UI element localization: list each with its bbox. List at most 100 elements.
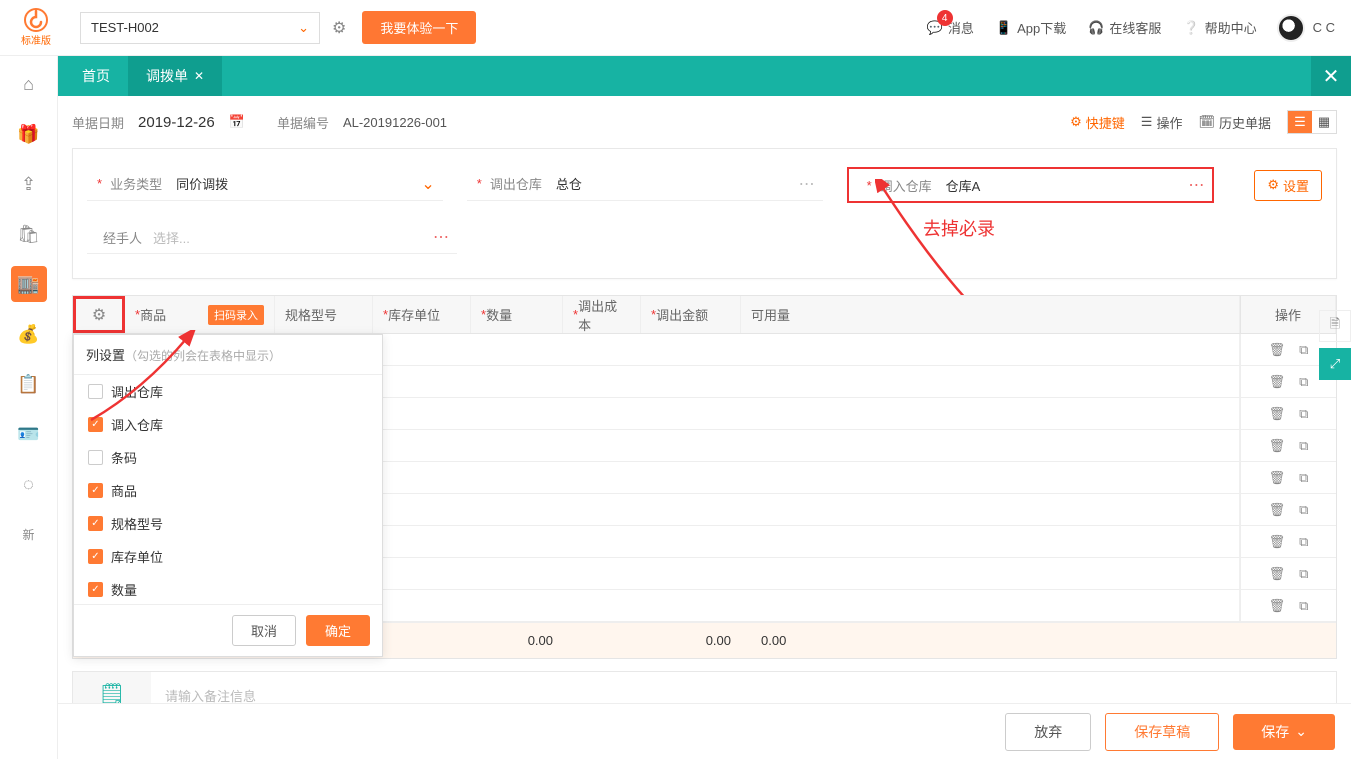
float-note-icon[interactable]: 🗎: [1319, 310, 1351, 342]
field-handler[interactable]: 经手人 选择... ⋯: [87, 223, 457, 254]
view-grid-icon[interactable]: ▦: [1312, 111, 1336, 133]
delete-icon[interactable]: 🗑: [1269, 598, 1286, 614]
username[interactable]: C C: [1313, 20, 1335, 35]
link-history[interactable]: 🗓历史单据: [1198, 113, 1271, 132]
delete-icon[interactable]: 🗑: [1269, 342, 1286, 358]
colset-item-label: 条码: [111, 448, 137, 467]
nav-app-label: App下载: [1017, 18, 1066, 37]
colset-ok-button[interactable]: 确定: [306, 615, 370, 646]
doc-date-label: 单据日期: [72, 113, 124, 132]
nav-app-download[interactable]: 📱 App下载: [996, 18, 1066, 37]
copy-icon[interactable]: ⧉: [1299, 534, 1308, 550]
save-draft-button[interactable]: 保存草稿: [1105, 713, 1219, 751]
messages-badge: 4: [937, 10, 953, 26]
th-qty: *数量: [471, 296, 563, 333]
settings-button[interactable]: ⚙ 设置: [1254, 170, 1322, 201]
table-header: ⚙ *商品扫码录入 规格型号 *库存单位 *数量 *调出成本 *调出金额 可用量…: [73, 296, 1336, 334]
sidebar-new-icon[interactable]: 新: [11, 516, 47, 552]
gear-icon[interactable]: ⚙: [332, 18, 346, 38]
copy-icon[interactable]: ⧉: [1299, 470, 1308, 486]
sidebar-warehouse-icon[interactable]: 🏬: [11, 266, 47, 302]
delete-icon[interactable]: 🗑: [1269, 470, 1286, 486]
main-area: 首页 调拨单 ✕ ✕ 单据日期 2019-12-26 📅 单据编号 AL-201…: [58, 56, 1351, 759]
gear-icon: ⚙: [1267, 177, 1279, 193]
sidebar-loading-icon[interactable]: ◌: [11, 466, 47, 502]
sidebar-home-icon[interactable]: ⌂: [11, 66, 47, 102]
checkbox-icon: ✓: [88, 549, 103, 564]
logo-sublabel: 标准版: [21, 32, 51, 47]
colset-item-label: 规格型号: [111, 514, 163, 533]
annotation-arrow-2: [83, 330, 203, 430]
colset-item[interactable]: ✓规格型号: [74, 507, 382, 540]
th-cost: *调出成本: [563, 296, 641, 333]
copy-icon[interactable]: ⧉: [1299, 598, 1308, 614]
discard-button[interactable]: 放弃: [1005, 713, 1091, 751]
sidebar-house-up-icon[interactable]: ⇪: [11, 166, 47, 202]
delete-icon[interactable]: 🗑: [1269, 502, 1286, 518]
checkbox-icon: ✓: [88, 483, 103, 498]
list-icon: ☰: [1141, 114, 1153, 130]
doc-date-value[interactable]: 2019-12-26: [138, 114, 215, 131]
trial-button[interactable]: 我要体验一下: [362, 11, 476, 44]
calendar-icon[interactable]: 📅: [229, 114, 245, 130]
sidebar-bag-icon[interactable]: 🛍: [11, 216, 47, 252]
colset-item[interactable]: 条码: [74, 441, 382, 474]
nav-service-label: 在线客服: [1109, 18, 1161, 37]
tf-qty: 0.00: [471, 623, 563, 658]
logo: 标准版: [16, 8, 56, 47]
colset-item[interactable]: ✓商品: [74, 474, 382, 507]
float-expand-icon[interactable]: ⤢: [1319, 348, 1351, 380]
copy-icon[interactable]: ⧉: [1299, 502, 1308, 518]
sidebar-card-icon[interactable]: 🪪: [11, 416, 47, 452]
tab-home[interactable]: 首页: [64, 56, 128, 96]
chevron-down-icon: ⌄: [1295, 723, 1307, 740]
tab-transfer-order[interactable]: 调拨单 ✕: [128, 56, 222, 96]
tabbar-close-icon[interactable]: ✕: [1311, 56, 1351, 96]
handler-label: 经手人: [87, 228, 145, 247]
sidebar-clipboard-icon[interactable]: 📋: [11, 366, 47, 402]
out-wh-label: 调出仓库: [490, 174, 548, 193]
nav-messages[interactable]: 💬 消息 4: [927, 18, 974, 37]
doc-links: ⚙快捷键 ☰操作 🗓历史单据 ☰ ▦: [1070, 110, 1337, 134]
delete-icon[interactable]: 🗑: [1269, 374, 1286, 390]
nav-service[interactable]: 🎧 在线客服: [1088, 18, 1161, 37]
copy-icon[interactable]: ⧉: [1299, 342, 1308, 358]
colset-item-label: 库存单位: [111, 547, 163, 566]
delete-icon[interactable]: 🗑: [1269, 534, 1286, 550]
scan-button[interactable]: 扫码录入: [208, 305, 264, 325]
copy-icon[interactable]: ⧉: [1299, 374, 1308, 390]
view-list-icon[interactable]: ☰: [1288, 111, 1312, 133]
field-out-warehouse[interactable]: * 调出仓库 总仓 ⋯: [467, 170, 823, 201]
link-shortcut[interactable]: ⚙快捷键: [1070, 113, 1125, 132]
colset-item[interactable]: ✓ 库存单位: [74, 540, 382, 573]
field-biz-type[interactable]: * 业务类型 同价调拨 ⌄: [87, 170, 443, 201]
copy-icon[interactable]: ⧉: [1299, 566, 1308, 582]
colset-item[interactable]: ✓数量: [74, 573, 382, 604]
close-icon[interactable]: ✕: [194, 69, 204, 83]
sidebar-money-icon[interactable]: 💰: [11, 316, 47, 352]
colset-cancel-button[interactable]: 取消: [232, 615, 296, 646]
avatar[interactable]: [1277, 14, 1305, 42]
th-product: *商品扫码录入: [125, 296, 275, 333]
chevron-down-icon: ⌄: [421, 174, 434, 194]
checkbox-icon: ✓: [88, 582, 103, 597]
nav-help[interactable]: ❔ 帮助中心: [1183, 18, 1256, 37]
delete-icon[interactable]: 🗑: [1269, 406, 1286, 422]
column-settings-button[interactable]: ⚙: [73, 296, 125, 333]
tab-bar: 首页 调拨单 ✕ ✕: [58, 56, 1351, 96]
copy-icon[interactable]: ⧉: [1299, 438, 1308, 454]
delete-icon[interactable]: 🗑: [1269, 438, 1286, 454]
sidebar-gift-icon[interactable]: 🎁: [11, 116, 47, 152]
biz-type-value: 同价调拨: [176, 174, 413, 193]
link-operations[interactable]: ☰操作: [1141, 113, 1183, 132]
annotation-text: 去掉必录: [923, 215, 995, 241]
calendar-icon: 🗓: [1198, 114, 1215, 130]
chevron-down-icon: ⌄: [298, 20, 309, 36]
delete-icon[interactable]: 🗑: [1269, 566, 1286, 582]
copy-icon[interactable]: ⧉: [1299, 406, 1308, 422]
th-spec: 规格型号: [275, 296, 373, 333]
ellipsis-icon: ⋯: [1188, 175, 1204, 195]
save-button[interactable]: 保存⌄: [1233, 714, 1335, 750]
org-selector[interactable]: TEST-H002 ⌄: [80, 12, 320, 44]
sidebar: ⌂ 🎁 ⇪ 🛍 🏬 💰 📋 🪪 ◌ 新: [0, 56, 58, 759]
